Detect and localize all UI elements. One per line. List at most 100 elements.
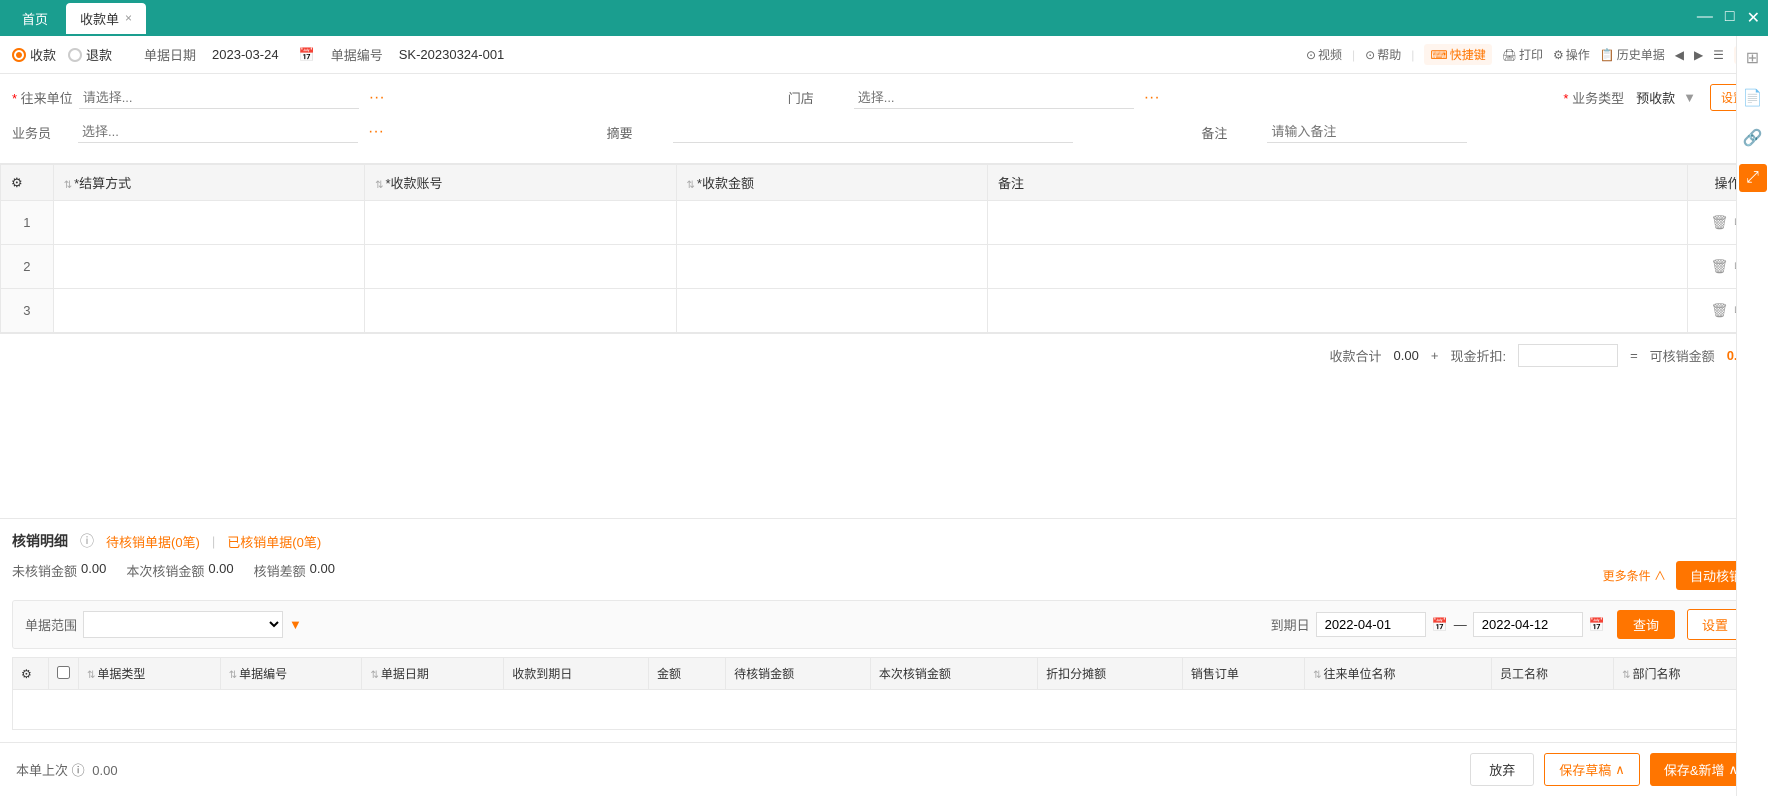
cell-settlement[interactable] [53, 289, 364, 333]
select-all-checkbox[interactable] [57, 666, 70, 679]
diff-label: 核销差额 [254, 561, 306, 590]
due-date-start-input[interactable] [1316, 612, 1426, 637]
due-date-end-input[interactable] [1473, 612, 1583, 637]
tab-home[interactable]: 首页 [8, 3, 62, 34]
maximize-icon[interactable]: □ [1725, 8, 1735, 28]
shop-more-icon[interactable]: ··· [1144, 89, 1160, 107]
counterpart-more-icon[interactable]: ··· [369, 89, 385, 107]
cell-settlement[interactable] [53, 201, 364, 245]
table-gear-header[interactable]: ⚙ [1, 165, 54, 201]
radio-receipt[interactable]: 收款 [12, 45, 56, 64]
number-label: 单据编号 [331, 45, 383, 64]
cell-account[interactable] [365, 289, 676, 333]
row-delete-icon[interactable]: 🗑 [1711, 214, 1729, 231]
date-calendar-icon[interactable]: 📅 [299, 47, 315, 63]
counterpart-input[interactable] [79, 87, 359, 109]
page-bottom-info: 本单上次 ⓘ 0.00 [16, 760, 118, 779]
radio-receipt-dot [12, 48, 26, 62]
due-date-end-calendar-icon[interactable]: 📅 [1589, 617, 1605, 633]
tab-current[interactable]: 收款单 × [66, 3, 146, 34]
tab-close-icon[interactable]: × [125, 11, 132, 25]
settlement-input[interactable] [54, 201, 364, 244]
history-btn[interactable]: 📋 历史单据 [1600, 46, 1665, 63]
business-type-value: 预收款 [1636, 88, 1675, 107]
range-field: 单据范围 ▼ [25, 611, 1259, 638]
form-area: 往来单位 ··· 门店 ··· 业务类型 预收款 ▼ 设置 业务员 [0, 74, 1768, 164]
discount-label: 现金折扣: [1450, 346, 1506, 365]
cell-account[interactable] [365, 201, 676, 245]
amount-input[interactable] [677, 245, 987, 288]
amount-input[interactable] [677, 289, 987, 332]
abandon-button[interactable]: 放弃 [1470, 753, 1534, 786]
account-input[interactable] [365, 289, 675, 332]
menu-icon[interactable]: ☰ [1713, 48, 1724, 62]
bt-col-sales-order: 销售订单 [1182, 658, 1304, 690]
cell-remarks[interactable] [988, 245, 1688, 289]
query-button[interactable]: 查询 [1617, 610, 1675, 639]
sidebar-link-icon[interactable]: 🔗 [1739, 124, 1767, 152]
done-tab[interactable]: 已核销单据(0笔) [227, 532, 321, 551]
cell-amount[interactable] [676, 245, 987, 289]
radio-refund[interactable]: 退款 [68, 45, 112, 64]
operation-btn[interactable]: ⚙ 操作 [1553, 46, 1590, 63]
due-date-start-calendar-icon[interactable]: 📅 [1432, 617, 1448, 633]
sidebar-expand-icon[interactable]: ⤢ [1739, 164, 1767, 192]
range-select[interactable] [83, 611, 283, 638]
staff-more-icon[interactable]: ··· [368, 123, 384, 141]
sidebar-table-icon[interactable]: ⊞ [1739, 44, 1767, 72]
business-type-dropdown-icon[interactable]: ▼ [1683, 90, 1696, 105]
row-remarks-input[interactable] [988, 201, 1687, 244]
table-row: 3 🗑 ⧉ [1, 289, 1768, 333]
bt-col-pending: 待核销金额 [726, 658, 871, 690]
bt-col-discount: 折扣分摊额 [1038, 658, 1183, 690]
settlement-input[interactable] [54, 289, 364, 332]
range-select-arrow-icon: ▼ [289, 617, 302, 632]
minimize-icon[interactable]: — [1697, 8, 1713, 28]
form-row-1: 往来单位 ··· 门店 ··· 业务类型 预收款 ▼ 设置 [12, 84, 1756, 111]
current-label: 本次核销金额 [126, 561, 204, 590]
bt-col-due-date: 收款到期日 [504, 658, 649, 690]
page-info-icon[interactable]: ⓘ [72, 763, 85, 778]
cell-amount[interactable] [676, 289, 987, 333]
shop-input[interactable] [854, 87, 1134, 109]
save-draft-button[interactable]: 保存草稿 ∧ [1544, 753, 1640, 786]
bottom-table: ⚙ ⇅单据类型 ⇅单据编号 ⇅单据日期 收款到期日 金额 待核销金额 本次核销金… [12, 657, 1756, 730]
remarks-input[interactable] [1267, 121, 1467, 143]
amount-input[interactable] [677, 201, 987, 244]
row-remarks-input[interactable] [988, 245, 1687, 288]
more-conditions-link[interactable]: 更多条件 ∧ [1603, 567, 1666, 584]
discount-input[interactable] [1518, 344, 1618, 367]
remarks-label: 备注 [1201, 123, 1261, 142]
next-icon[interactable]: ▶ [1694, 48, 1703, 62]
bt-col-staff: 员工名称 [1491, 658, 1613, 690]
row-delete-icon[interactable]: 🗑 [1711, 258, 1729, 275]
sidebar-doc-icon[interactable]: 📄 [1739, 84, 1767, 112]
cell-account[interactable] [365, 245, 676, 289]
shortcut-btn[interactable]: ⌨ 快捷键 [1424, 44, 1491, 65]
cell-remarks[interactable] [988, 289, 1688, 333]
account-input[interactable] [365, 245, 675, 288]
summary-input[interactable] [673, 121, 1073, 143]
sum-value: 0.00 [1394, 348, 1419, 363]
available-label: 可核销金额 [1650, 346, 1715, 365]
help-btn[interactable]: ⊙ 帮助 [1365, 46, 1401, 63]
prev-icon[interactable]: ◀ [1675, 48, 1684, 62]
video-btn[interactable]: ⊙ 视频 [1306, 46, 1342, 63]
pending-tab[interactable]: 待核销单据(0笔) [106, 532, 200, 551]
row-number: 2 [1, 245, 54, 289]
cell-remarks[interactable] [988, 201, 1688, 245]
bt-gear-header[interactable]: ⚙ [13, 658, 49, 690]
bt-checkbox-header[interactable] [49, 658, 79, 690]
verification-info-icon[interactable]: ⓘ [80, 531, 94, 551]
cell-amount[interactable] [676, 201, 987, 245]
cell-settlement[interactable] [53, 245, 364, 289]
row-remarks-input[interactable] [988, 289, 1687, 332]
col-header-amount: ⇅*收款金额 [676, 165, 987, 201]
account-input[interactable] [365, 201, 675, 244]
settlement-input[interactable] [54, 245, 364, 288]
verification-settings-button[interactable]: 设置 [1687, 609, 1743, 640]
staff-input[interactable] [78, 121, 358, 143]
row-delete-icon[interactable]: 🗑 [1711, 302, 1729, 319]
print-btn[interactable]: 🖨 打印 [1502, 46, 1543, 63]
close-icon[interactable]: ✕ [1747, 8, 1760, 28]
